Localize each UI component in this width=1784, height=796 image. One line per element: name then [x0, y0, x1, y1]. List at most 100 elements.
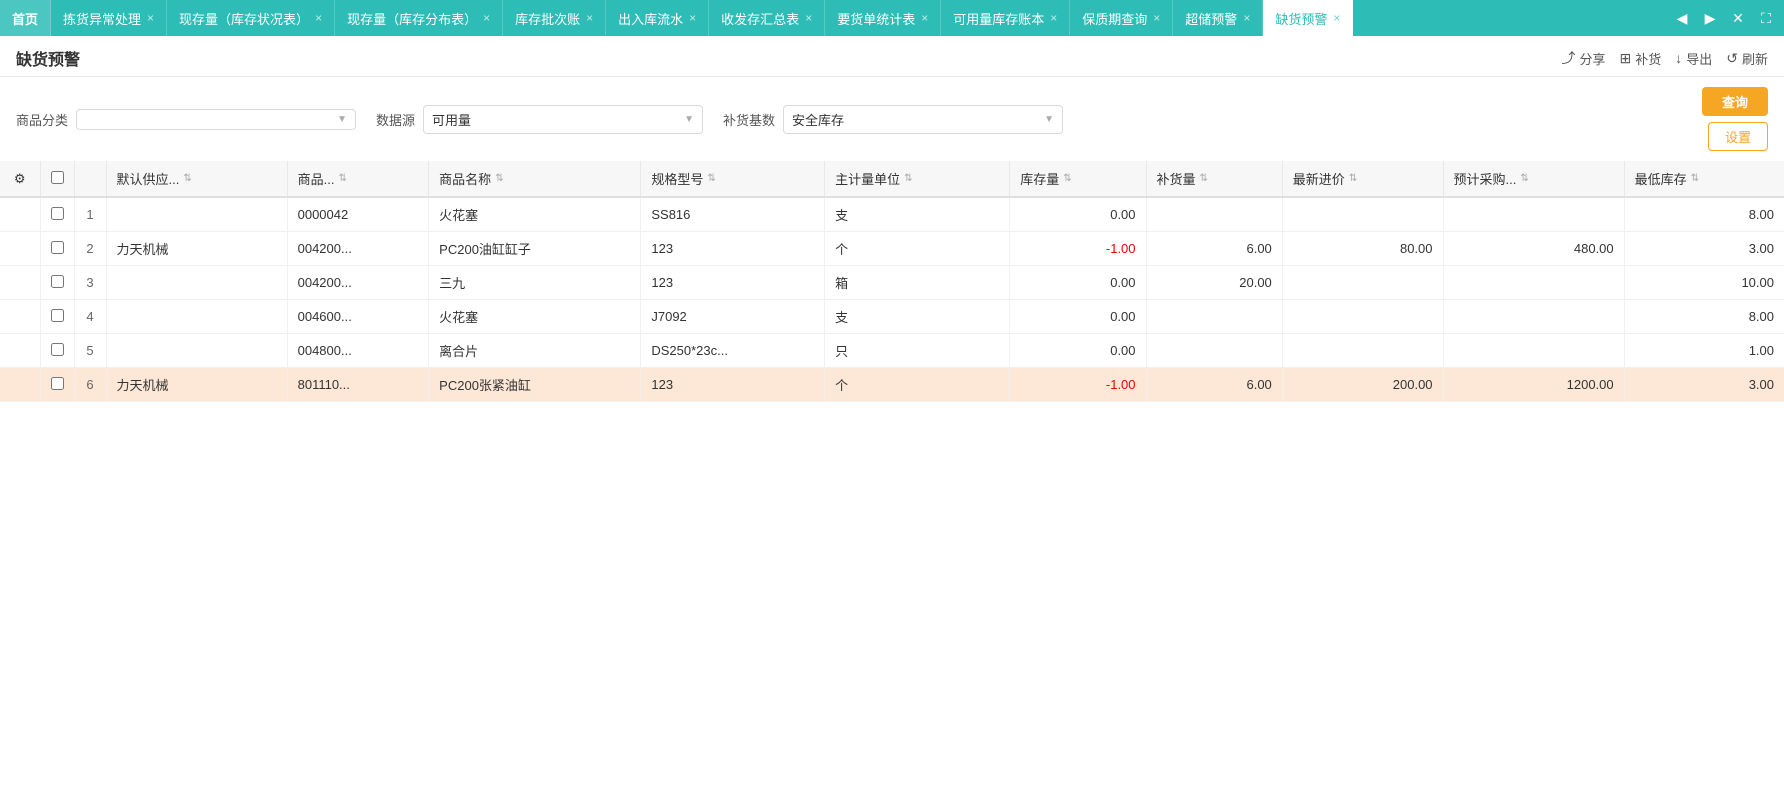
tab-nav-buttons: ◀ ▶ ✕ ⛶ [1668, 4, 1784, 32]
refresh-button[interactable]: ↺ 刷新 [1726, 49, 1768, 68]
datasource-value: 可用量 [432, 110, 676, 129]
tab-batch[interactable]: 库存批次账× [503, 0, 606, 36]
tab-close-inventory-dist[interactable]: × [483, 11, 490, 25]
col-header-unit[interactable]: 主计量单位⇅ [825, 161, 1010, 197]
tab-close-receive-pay[interactable]: × [805, 11, 812, 25]
table-row: 3004200...三九123箱0.0020.0010.00 [0, 266, 1784, 300]
col-header-restock_qty[interactable]: 补货量⇅ [1146, 161, 1282, 197]
tab-close-exception[interactable]: × [147, 11, 154, 25]
row-checkbox-3[interactable] [51, 309, 64, 322]
restock-base-value: 安全库存 [792, 110, 1036, 129]
restock-base-filter-group: 补货基数 安全库存 ▼ [723, 105, 1063, 134]
restock-base-select-arrow: ▼ [1044, 114, 1054, 125]
restock-button[interactable]: ⊞ 补货 [1619, 49, 1661, 68]
row-spec-5: 123 [641, 368, 825, 402]
datasource-select[interactable]: 可用量 ▼ [423, 105, 703, 134]
tab-close-flow[interactable]: × [689, 11, 696, 25]
tab-receive-pay[interactable]: 收发存汇总表× [709, 0, 825, 36]
tab-label-overstock: 超储预警 [1185, 9, 1237, 28]
col-header-latest_price[interactable]: 最新进价⇅ [1282, 161, 1443, 197]
filter-bar: 商品分类 ▼ 数据源 可用量 ▼ 补货基数 安全库存 ▼ 查询 设置 [0, 77, 1784, 161]
row-checkbox-0[interactable] [51, 207, 64, 220]
row-product-code-2: 004200... [287, 266, 429, 300]
row-num-2: 3 [74, 266, 106, 300]
refresh-icon: ↺ [1726, 50, 1738, 67]
tab-expire[interactable]: 保质期查询× [1070, 0, 1173, 36]
row-latest-price-4 [1282, 334, 1443, 368]
row-gear-0 [0, 197, 40, 232]
tab-fullscreen[interactable]: ⛶ [1752, 4, 1780, 32]
row-product-name-1: PC200油缸缸子 [429, 232, 641, 266]
tab-close-shortage[interactable]: × [1333, 11, 1340, 25]
row-checkbox-cell-1 [40, 232, 74, 266]
row-product-name-2: 三九 [429, 266, 641, 300]
row-checkbox-1[interactable] [51, 241, 64, 254]
row-estimated-purchase-3 [1443, 300, 1624, 334]
row-restock-qty-4 [1146, 334, 1282, 368]
query-button[interactable]: 查询 [1702, 87, 1768, 116]
row-supplier-4 [106, 334, 287, 368]
table-row: 6力天机械801110...PC200张紧油缸123个-1.006.00200.… [0, 368, 1784, 402]
category-select-arrow: ▼ [337, 114, 347, 125]
col-header-product_name[interactable]: 商品名称⇅ [429, 161, 641, 197]
row-unit-1: 个 [825, 232, 1010, 266]
col-label-estimated_purchase: 预计采购... [1454, 169, 1517, 188]
sort-icon-estimated_purchase: ⇅ [1520, 173, 1528, 184]
tab-label-inventory-dist: 现存量（库存分布表） [347, 9, 477, 28]
row-checkbox-2[interactable] [51, 275, 64, 288]
tab-close-expire[interactable]: × [1153, 11, 1160, 25]
row-unit-0: 支 [825, 197, 1010, 232]
row-unit-3: 支 [825, 300, 1010, 334]
tab-close-available[interactable]: × [1050, 11, 1057, 25]
restock-base-select[interactable]: 安全库存 ▼ [783, 105, 1063, 134]
tab-available[interactable]: 可用量库存账本× [941, 0, 1070, 36]
table-container: ⚙默认供应...⇅商品...⇅商品名称⇅规格型号⇅主计量单位⇅库存量⇅补货量⇅最… [0, 161, 1784, 402]
tab-scroll-right[interactable]: ▶ [1696, 4, 1724, 32]
tab-demand[interactable]: 要货单统计表 × [825, 0, 941, 36]
tab-exception[interactable]: 拣货异常处理× [51, 0, 167, 36]
tab-close-all[interactable]: ✕ [1724, 4, 1752, 32]
tab-inventory-dist[interactable]: 现存量（库存分布表） × [335, 0, 503, 36]
row-estimated-purchase-4 [1443, 334, 1624, 368]
col-header-default_supplier[interactable]: 默认供应...⇅ [106, 161, 287, 197]
col-header-spec[interactable]: 规格型号⇅ [641, 161, 825, 197]
col-label-spec: 规格型号 [651, 169, 703, 188]
restock-icon: ⊞ [1619, 50, 1631, 67]
tab-home[interactable]: 首页 [0, 0, 51, 36]
tab-flow[interactable]: 出入库流水× [606, 0, 709, 36]
settings-button[interactable]: 设置 [1708, 122, 1768, 151]
tab-close-overstock[interactable]: × [1243, 11, 1250, 25]
tab-shortage[interactable]: 缺货预警 × [1263, 0, 1353, 36]
gear-icon[interactable]: ⚙ [14, 171, 26, 186]
tab-label-demand: 要货单统计表 [837, 9, 915, 28]
row-product-code-4: 004800... [287, 334, 429, 368]
table-row: 4004600...火花塞J7092支0.008.00 [0, 300, 1784, 334]
col-header-product_code[interactable]: 商品...⇅ [287, 161, 429, 197]
tab-scroll-left[interactable]: ◀ [1668, 4, 1696, 32]
select-all-checkbox[interactable] [51, 171, 64, 184]
tab-close-inventory-status[interactable]: × [315, 11, 322, 25]
row-latest-price-0 [1282, 197, 1443, 232]
tab-label-shortage: 缺货预警 [1275, 9, 1327, 28]
table-body: 10000042火花塞SS816支0.008.002力天机械004200...P… [0, 197, 1784, 402]
row-checkbox-5[interactable] [51, 377, 64, 390]
col-header-estimated_purchase[interactable]: 预计采购...⇅ [1443, 161, 1624, 197]
tab-overstock[interactable]: 超储预警 × [1173, 0, 1263, 36]
row-checkbox-4[interactable] [51, 343, 64, 356]
col-label-restock_qty: 补货量 [1157, 169, 1196, 188]
tab-close-batch[interactable]: × [586, 11, 593, 25]
share-button[interactable]: ⤴ 分享 [1561, 48, 1605, 68]
col-header-stock[interactable]: 库存量⇅ [1010, 161, 1146, 197]
category-select[interactable]: ▼ [76, 109, 356, 130]
row-estimated-purchase-2 [1443, 266, 1624, 300]
row-gear-3 [0, 300, 40, 334]
row-min-stock-5: 3.00 [1624, 368, 1784, 402]
col-header-min_stock[interactable]: 最低库存⇅ [1624, 161, 1784, 197]
col-label-product_name: 商品名称 [439, 169, 491, 188]
row-stock-4: 0.00 [1010, 334, 1146, 368]
row-latest-price-2 [1282, 266, 1443, 300]
export-button[interactable]: ↓ 导出 [1675, 49, 1712, 68]
tab-close-demand[interactable]: × [921, 11, 928, 25]
tab-inventory-status[interactable]: 现存量（库存状况表）× [167, 0, 335, 36]
datasource-filter-group: 数据源 可用量 ▼ [376, 105, 703, 134]
